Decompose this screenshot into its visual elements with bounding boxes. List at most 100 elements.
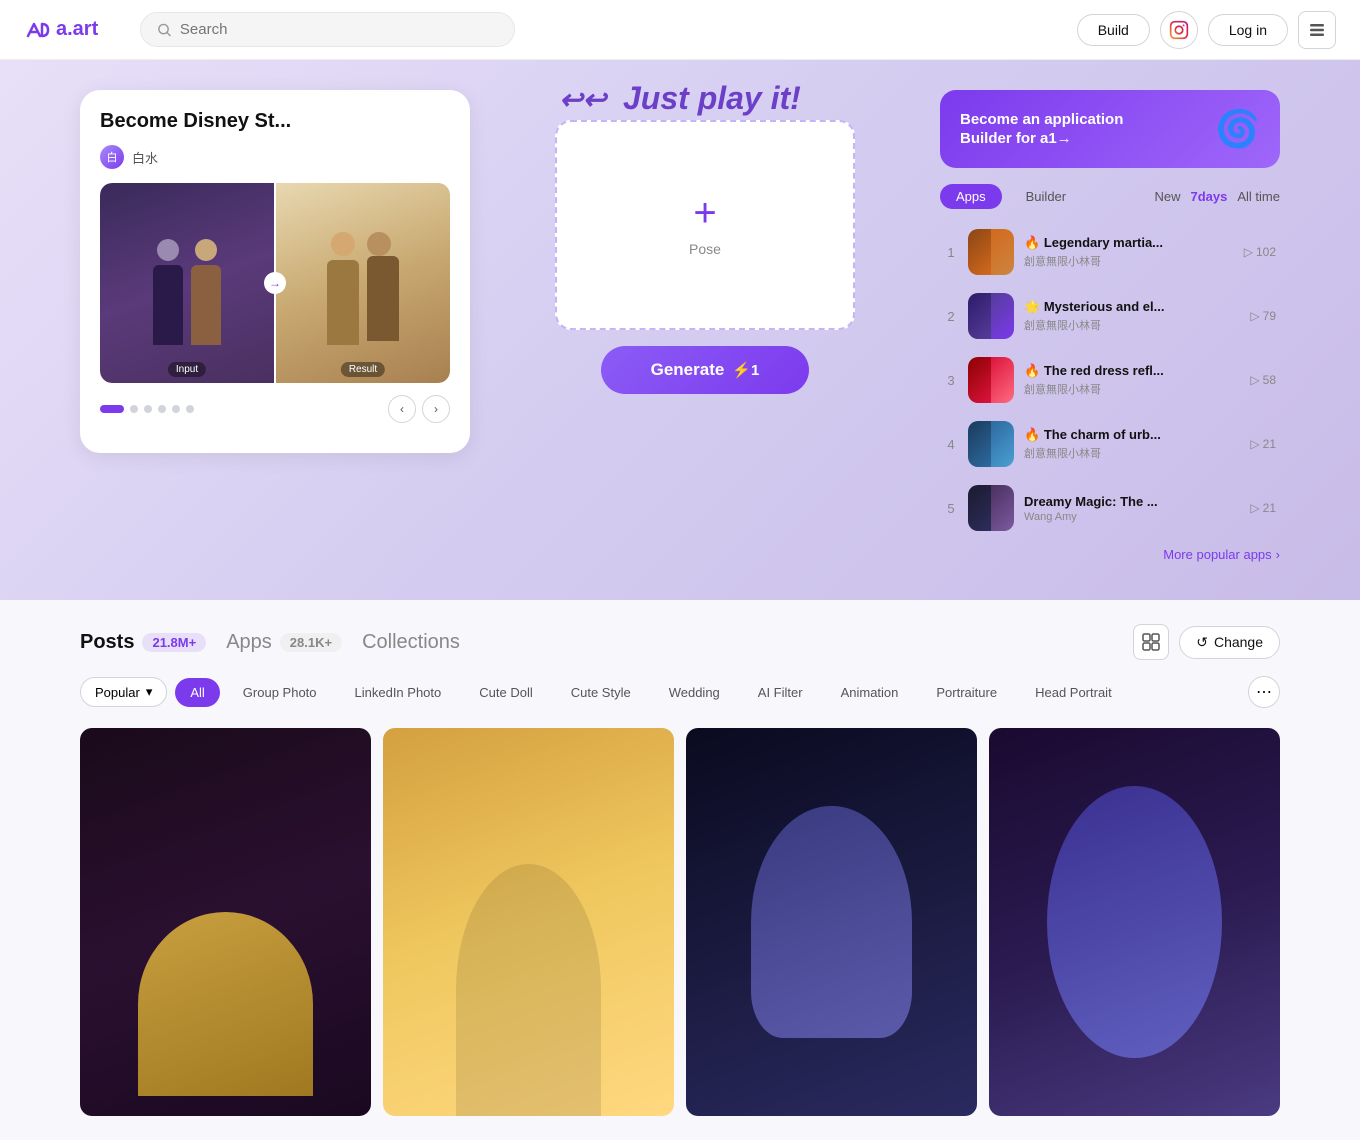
filter-alltime[interactable]: All time xyxy=(1237,189,1280,204)
rank-author: 創意無限小林哥 xyxy=(1024,317,1240,333)
play-icon: ▷ xyxy=(1250,501,1259,515)
dot-4[interactable] xyxy=(158,405,166,413)
logo[interactable]: a.art xyxy=(24,16,124,44)
filter-more-button[interactable]: ⋯ xyxy=(1248,676,1280,708)
grid-toggle-button[interactable] xyxy=(1133,624,1169,660)
author-row: 白 白水 xyxy=(100,145,450,169)
sort-dropdown[interactable]: Popular ▾ xyxy=(80,677,167,707)
image-grid xyxy=(80,728,1280,1116)
tab-apps[interactable]: Apps xyxy=(940,184,1002,209)
pose-upload-box[interactable]: + Pose xyxy=(555,120,855,330)
author-avatar: 白 xyxy=(100,145,124,169)
filter-cute-doll[interactable]: Cute Doll xyxy=(464,678,547,707)
tab-collections[interactable]: Collections xyxy=(362,631,460,654)
rank-plays: ▷ 21 xyxy=(1250,501,1276,515)
tab-builder[interactable]: Builder xyxy=(1010,184,1082,209)
ranked-item[interactable]: 1 🔥 Legendary martia... 創意無限小林哥 ▷ 102 xyxy=(940,223,1280,281)
app-builder-banner[interactable]: Become an applicationBuilder for a1→ 🌀 xyxy=(940,90,1280,168)
search-bar[interactable] xyxy=(140,12,515,47)
rank-info: 🔥 The charm of urb... 創意無限小林哥 xyxy=(1024,427,1240,461)
ranked-item[interactable]: 3 🔥 The red dress refl... 創意無限小林哥 ▷ 58 xyxy=(940,351,1280,409)
dot-2[interactable] xyxy=(130,405,138,413)
filter-head-portrait[interactable]: Head Portrait xyxy=(1020,678,1127,707)
prev-button[interactable]: ‹ xyxy=(388,395,416,423)
grid-image-2[interactable] xyxy=(383,728,674,1116)
dot-3[interactable] xyxy=(144,405,152,413)
rank-title: Dreamy Magic: The ... xyxy=(1024,494,1240,509)
dot-5[interactable] xyxy=(172,405,180,413)
rank-title: 🌟 Mysterious and el... xyxy=(1024,299,1240,315)
menu-button[interactable] xyxy=(1298,11,1336,49)
rank-author: 創意無限小林哥 xyxy=(1024,253,1234,269)
rank-info: 🔥 The red dress refl... 創意無限小林哥 xyxy=(1024,363,1240,397)
hero-center: + Pose Generate ⚡1 xyxy=(494,90,916,394)
grid-image-1[interactable] xyxy=(80,728,371,1116)
rank-plays: ▷ 21 xyxy=(1250,437,1276,451)
rank-title: 🔥 The red dress refl... xyxy=(1024,363,1240,379)
build-button[interactable]: Build xyxy=(1077,14,1150,46)
banner-title: Become an applicationBuilder for a1→ xyxy=(960,110,1123,149)
menu-icon xyxy=(1308,21,1326,39)
tab-apps-main[interactable]: Apps 28.1K+ xyxy=(226,631,342,654)
rank-author: 創意無限小林哥 xyxy=(1024,445,1240,461)
rank-author: 創意無限小林哥 xyxy=(1024,381,1240,397)
change-button[interactable]: ↺ Change xyxy=(1179,626,1280,659)
filter-group-photo[interactable]: Group Photo xyxy=(228,678,332,707)
banner-icon: 🌀 xyxy=(1215,108,1260,150)
rank-thumbnail xyxy=(968,357,1014,403)
instagram-icon xyxy=(1169,20,1189,40)
chevron-right-icon: › xyxy=(1276,547,1280,562)
banner-text: Become an applicationBuilder for a1→ xyxy=(960,110,1123,149)
tab-posts[interactable]: Posts 21.8M+ xyxy=(80,631,206,654)
grid-image-3[interactable] xyxy=(686,728,977,1116)
ranked-item[interactable]: 2 🌟 Mysterious and el... 創意無限小林哥 ▷ 79 xyxy=(940,287,1280,345)
filter-animation[interactable]: Animation xyxy=(826,678,914,707)
rank-thumbnail xyxy=(968,485,1014,531)
posts-count-badge: 21.8M+ xyxy=(142,633,206,652)
more-icon: ⋯ xyxy=(1256,682,1272,702)
logo-text: a.art xyxy=(56,18,98,41)
search-input[interactable] xyxy=(180,21,498,38)
more-apps-link[interactable]: More popular apps › xyxy=(940,547,1280,562)
filter-ai-filter[interactable]: AI Filter xyxy=(743,678,818,707)
login-button[interactable]: Log in xyxy=(1208,14,1288,46)
filter-tags: Popular ▾ All Group Photo LinkedIn Photo… xyxy=(80,676,1280,708)
ranked-list: 1 🔥 Legendary martia... 創意無限小林哥 ▷ 102 xyxy=(940,223,1280,537)
result-label-tag: Result xyxy=(341,362,385,377)
rank-thumbnail xyxy=(968,293,1014,339)
rank-plays: ▷ 58 xyxy=(1250,373,1276,387)
time-filters: New 7days All time xyxy=(1154,189,1280,204)
instagram-button[interactable] xyxy=(1160,11,1198,49)
generate-cost: ⚡1 xyxy=(732,361,759,379)
play-icon: ▷ xyxy=(1250,373,1259,387)
input-result-container: Input xyxy=(100,183,450,383)
img-divider xyxy=(274,183,276,383)
ranked-item[interactable]: 5 Dreamy Magic: The ... Wang Amy ▷ 21 xyxy=(940,479,1280,537)
ranked-item[interactable]: 4 🔥 The charm of urb... 創意無限小林哥 ▷ 21 xyxy=(940,415,1280,473)
generate-label: Generate xyxy=(651,360,725,380)
rank-title: 🔥 Legendary martia... xyxy=(1024,235,1234,251)
dot-6[interactable] xyxy=(186,405,194,413)
rank-plays: ▷ 102 xyxy=(1244,245,1276,259)
filter-wedding[interactable]: Wedding xyxy=(654,678,735,707)
rank-number: 3 xyxy=(944,373,958,388)
rank-number: 1 xyxy=(944,245,958,260)
filter-new[interactable]: New xyxy=(1154,189,1180,204)
apps-count-badge: 28.1K+ xyxy=(280,633,342,652)
rank-number: 2 xyxy=(944,309,958,324)
pose-plus-icon: + xyxy=(693,193,716,233)
next-button[interactable]: › xyxy=(422,395,450,423)
dot-1[interactable] xyxy=(100,405,124,413)
generate-button[interactable]: Generate ⚡1 xyxy=(601,346,810,394)
posts-header: Posts 21.8M+ Apps 28.1K+ Collections ↺ C… xyxy=(80,624,1280,660)
header: a.art Build xyxy=(0,0,1360,60)
filter-portraiture[interactable]: Portraiture xyxy=(921,678,1012,707)
rank-author: Wang Amy xyxy=(1024,511,1240,523)
search-icon xyxy=(157,22,172,38)
grid-image-4[interactable] xyxy=(989,728,1280,1116)
filter-7days[interactable]: 7days xyxy=(1191,189,1228,204)
filter-cute-style[interactable]: Cute Style xyxy=(556,678,646,707)
filter-linkedin-photo[interactable]: LinkedIn Photo xyxy=(340,678,457,707)
rank-thumbnail xyxy=(968,421,1014,467)
filter-all[interactable]: All xyxy=(175,678,219,707)
